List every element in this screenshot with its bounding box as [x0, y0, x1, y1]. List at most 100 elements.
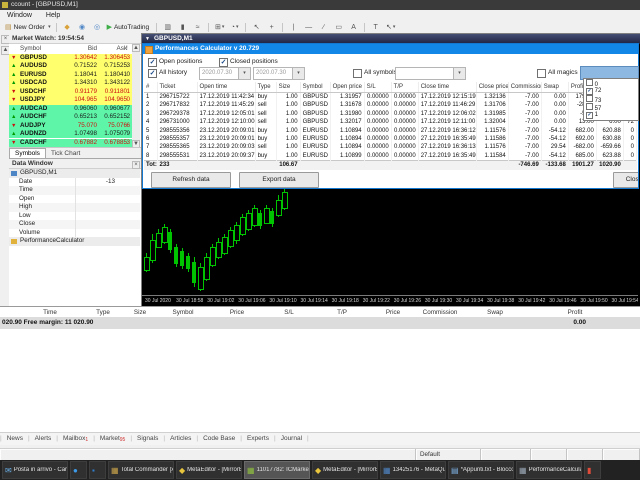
market-watch-row-USDCAD[interactable]: ▲ USDCAD 1.34310 1.34312 2: [9, 79, 132, 88]
terminal-col-swap[interactable]: Swap: [487, 309, 503, 316]
trade-row[interactable]: 4 296731000 17.12.2019 12:10:00 sell 1.00 GBP…: [144, 118, 638, 127]
symbols-combobox-caret-icon[interactable]: ▾: [453, 67, 466, 80]
market-watch-row-AUDUSD[interactable]: ▲ AUDUSD 0.71522 0.71525 3: [9, 62, 132, 71]
market-watch-list[interactable]: ▼ GBPUSD 1.30642 1.30645 3 ▲ AUDUSD 0.71522 0.71…: [9, 54, 132, 147]
close-button[interactable]: Close: [613, 172, 638, 188]
trade-row[interactable]: 3 296729378 17.12.2019 12:05:01 sell 1.00 GBP…: [144, 109, 638, 119]
magic-checkbox-72[interactable]: ✓: [586, 88, 593, 95]
mw-col-ask[interactable]: Ask: [99, 44, 128, 54]
magic-checkbox-73[interactable]: [586, 95, 593, 102]
periods-combo[interactable]: ◔ ▾: [228, 21, 242, 33]
terminal-col-time[interactable]: Time: [43, 309, 57, 316]
col-Close time[interactable]: Close time: [418, 82, 477, 93]
data-window-close-icon[interactable]: ×: [132, 161, 140, 169]
refresh-data-button[interactable]: Refresh data: [151, 172, 231, 188]
magic-option-1[interactable]: ✓ 1: [584, 111, 638, 119]
market-watch-row-AUDCHF[interactable]: ▲ AUDCHF 0.65213 0.65215 2: [9, 113, 132, 122]
menu-help[interactable]: Help: [39, 10, 67, 21]
hline-icon[interactable]: —: [302, 21, 316, 33]
col-Commission[interactable]: Commission: [508, 82, 542, 93]
terminal-col-commission[interactable]: Commission: [423, 309, 458, 316]
bar-chart-icon[interactable]: ▥: [161, 21, 175, 33]
symbols-combobox[interactable]: [395, 67, 457, 80]
all-symbols-checkbox[interactable]: [353, 69, 362, 78]
trade-row[interactable]: 7 298555365 23.12.2019 20:09:03 sell 1.00 EUR…: [144, 143, 638, 152]
mw-col-spread[interactable]: !: [126, 44, 128, 54]
autotrading-button[interactable]: ▶ AutoTrading: [105, 21, 153, 33]
terminal-tab-experts[interactable]: Experts: [242, 433, 274, 445]
chart-area[interactable]: [142, 187, 638, 295]
col-Size[interactable]: Size: [276, 82, 301, 93]
magic-checkbox-0[interactable]: [586, 79, 593, 86]
terminal-col-price[interactable]: Price: [386, 309, 400, 316]
col-Type[interactable]: Type: [255, 82, 277, 93]
col-Open time[interactable]: Open time: [197, 82, 256, 93]
market-watch-row-AUDJPY[interactable]: ▼ AUDJPY 75.070 75.076 6: [9, 121, 132, 131]
mw-col-bid[interactable]: Bid: [69, 44, 97, 54]
magic-option-0[interactable]: 0: [584, 79, 638, 88]
col-Open price[interactable]: Open price: [330, 82, 365, 93]
market-watch-row-GBPUSD[interactable]: ▼ GBPUSD 1.30642 1.30645 3: [9, 54, 132, 63]
all-history-checkbox[interactable]: ✓: [148, 69, 157, 78]
terminal-tab-articles[interactable]: Articles: [165, 433, 196, 445]
new-order-button[interactable]: ▤ New Order ▾: [4, 21, 52, 33]
menu-window[interactable]: Window: [0, 10, 39, 21]
taskbar-item-performancecalculat[interactable]: ▦PerformanceCalculat...: [516, 461, 582, 479]
open-positions-checkbox[interactable]: ✓: [148, 58, 157, 67]
terminal-col-tp[interactable]: T/P: [337, 309, 347, 316]
scrollbar-up-icon[interactable]: ▲: [132, 44, 140, 52]
terminal-tab-code-base[interactable]: Code Base: [198, 433, 240, 445]
trade-row[interactable]: 6 298555357 23.12.2019 20:09:01 buy 1.00 EURU…: [144, 135, 638, 144]
terminal-col-type[interactable]: Type: [96, 309, 110, 316]
closed-positions-checkbox[interactable]: ✓: [219, 58, 228, 67]
indicators-combo[interactable]: ⊞ ▾: [213, 21, 227, 33]
taskbar-item-11017782-icmarkets[interactable]: ▦11017782: ICMarkets-...: [244, 461, 310, 479]
taskbar-item-posta-in-arrivo-carte[interactable]: ✉Posta in arrivo - Carte...: [2, 461, 68, 479]
charts-icon[interactable]: ◉: [75, 21, 89, 33]
date-from-field[interactable]: 2020.07.30: [199, 67, 240, 80]
terminal-tab-alerts[interactable]: Alerts: [30, 433, 57, 445]
col-Swap[interactable]: Swap: [541, 82, 569, 93]
magic-option-73[interactable]: 73: [584, 95, 638, 104]
terminal-col-symbol[interactable]: Symbol: [173, 309, 194, 316]
candlestick-icon[interactable]: ▮: [176, 21, 190, 33]
trade-row[interactable]: 2 296717832 17.12.2019 11:45:29 sell 1.00 GBP…: [144, 101, 638, 110]
market-watch-row-USDJPY[interactable]: ▼ USDJPY 104.965 104.965 0: [9, 96, 132, 105]
date-to-dropdown-icon[interactable]: ▾: [292, 67, 305, 80]
rectangle-icon[interactable]: ▭: [332, 21, 346, 33]
vline-icon[interactable]: ∣: [287, 21, 301, 33]
terminal-col-price[interactable]: Price: [230, 309, 244, 316]
taskbar-item-metaeditor-mirrore[interactable]: ◆MetaEditor - [MirrorE...: [312, 461, 378, 479]
terminal-col-profit[interactable]: Profit: [568, 309, 583, 316]
magic-checkbox-1[interactable]: ✓: [586, 112, 593, 119]
taskbar-item-metaeditor-mirrore[interactable]: ◆MetaEditor - [MirrorE...: [176, 461, 242, 479]
trade-row[interactable]: 1 296715722 17.12.2019 11:42:34 buy 1.00 GBPU…: [144, 92, 638, 102]
date-from-dropdown-icon[interactable]: ▾: [238, 67, 251, 80]
taskbar-item-tray-alert-icon[interactable]: ▮: [584, 461, 601, 479]
text-tool-icon[interactable]: T: [369, 21, 383, 33]
terminal-col-sl[interactable]: S/L: [284, 309, 293, 316]
magic-option-72[interactable]: ✓ 72: [584, 87, 638, 95]
taskbar-item-appunti-txt-blocco[interactable]: ▤*Appunti.txt - Blocco ...: [448, 461, 514, 479]
terminal-tab-signals[interactable]: Signals: [132, 433, 163, 445]
market-watch-scrollbar[interactable]: ▲ ▼: [132, 44, 140, 148]
tab-tick-chart[interactable]: Tick Chart: [46, 149, 85, 158]
calculator-titlebar[interactable]: Performances Calculator v 20.729: [143, 44, 638, 54]
crosshair-icon[interactable]: +: [265, 21, 279, 33]
market-watch-row-USDCHF[interactable]: ▼ USDCHF 0.91179 0.91180 1: [9, 87, 132, 97]
col-Ticket[interactable]: Ticket: [157, 82, 198, 93]
magic-checkbox-57[interactable]: [586, 103, 593, 110]
taskbar-item-browser-icon[interactable]: ●: [70, 461, 87, 479]
col-Symbol[interactable]: Symbol: [300, 82, 331, 93]
terminal-tab-news[interactable]: News: [2, 433, 28, 445]
magic-dropdown-list[interactable]: 0 ✓ 72 73 57 ✓ 1: [583, 78, 639, 121]
all-magics-checkbox[interactable]: [537, 69, 546, 78]
col-Close price[interactable]: Close price: [476, 82, 509, 93]
line-chart-icon[interactable]: ≈: [191, 21, 205, 33]
profiles-icon[interactable]: ◆: [60, 21, 74, 33]
market-watch-row-CADCHF[interactable]: ▼ CADCHF 0.67882 0.67885 3: [9, 138, 132, 147]
taskbar-item-app-icon[interactable]: ▪: [89, 461, 106, 479]
magic-option-57[interactable]: 57: [584, 103, 638, 112]
trade-row[interactable]: 5 298555356 23.12.2019 20:09:01 buy 1.00 EURU…: [144, 126, 638, 136]
taskbar-item-total-commander-x6[interactable]: ▦Total Commander [x6...: [108, 461, 174, 479]
